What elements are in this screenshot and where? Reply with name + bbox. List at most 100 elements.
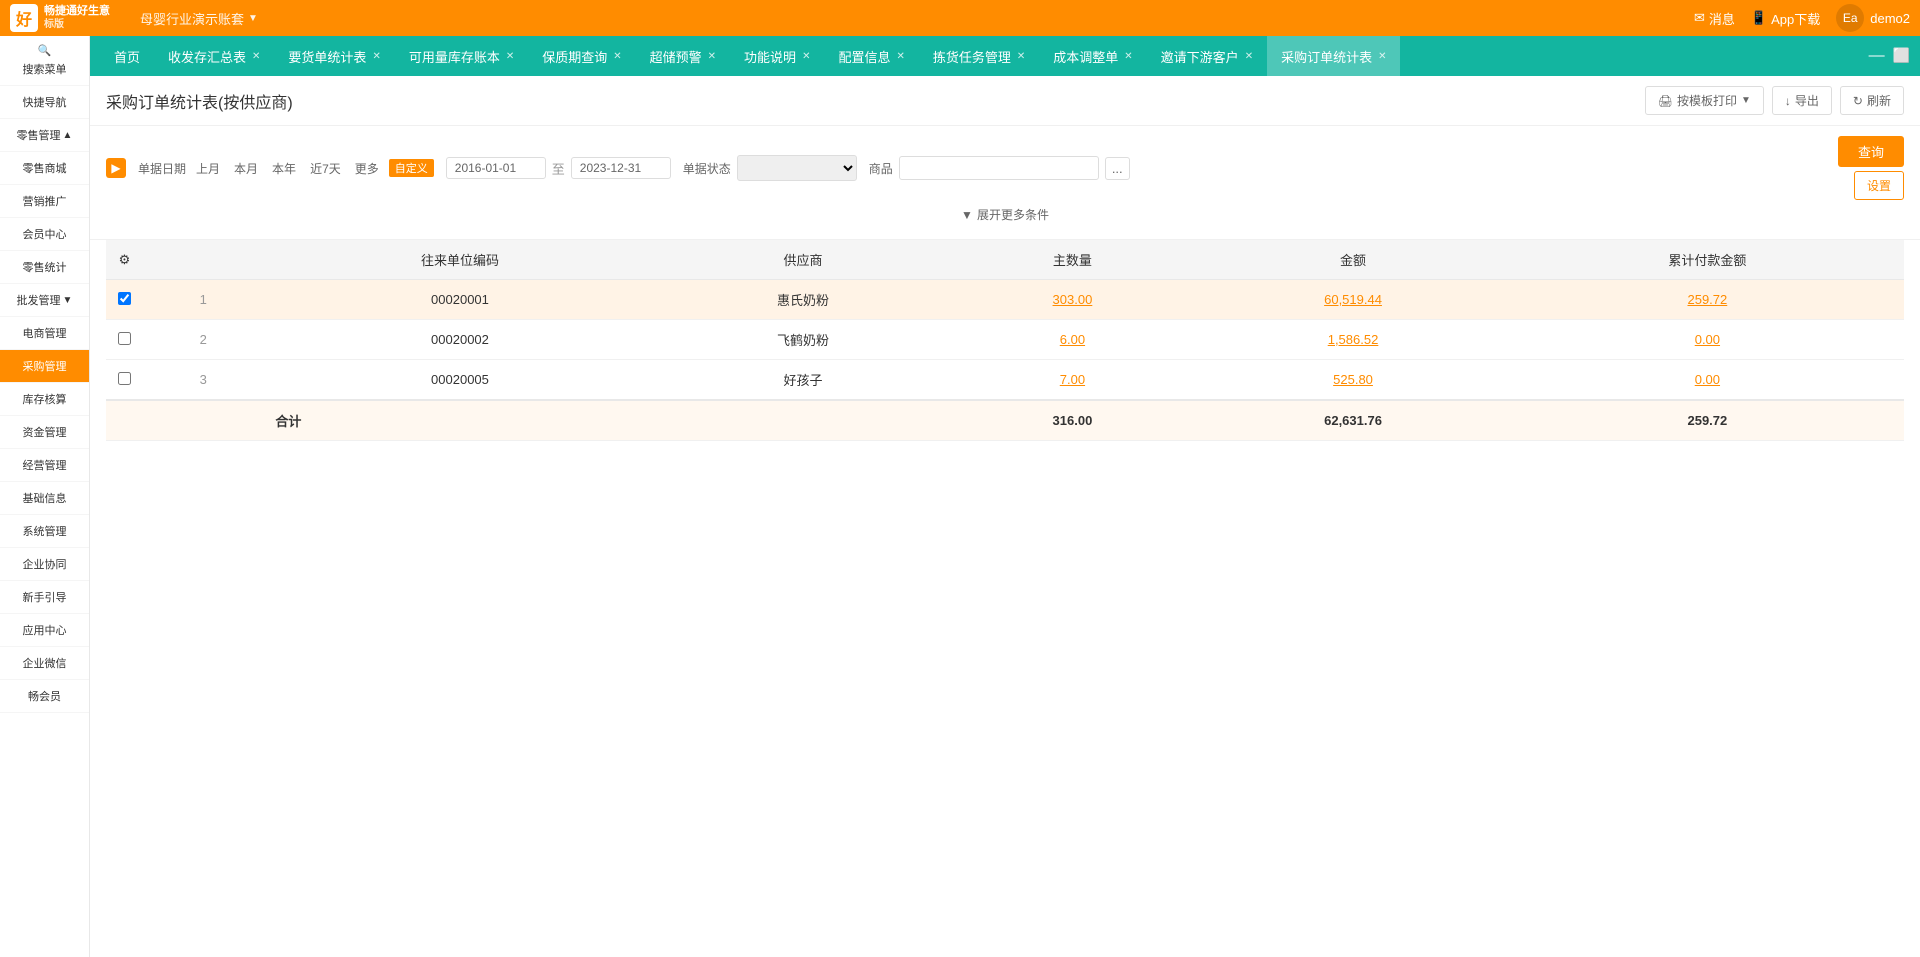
footer-amount: 62,631.76 xyxy=(1195,400,1510,441)
sidebar-item-operations[interactable]: 经营管理 xyxy=(0,449,89,482)
nav-inventory-ledger[interactable]: 可用量库存账本 ✕ xyxy=(395,36,528,76)
row-main-qty[interactable]: 6.00 xyxy=(950,320,1196,360)
shortcut-more[interactable]: 更多 xyxy=(351,158,383,179)
footer-spacer1 xyxy=(106,400,143,441)
nav-close-purchase-order-stats[interactable]: ✕ xyxy=(1378,51,1386,62)
sidebar-item-new-guide[interactable]: 新手引导 xyxy=(0,581,89,614)
nav-close-expiry-query[interactable]: ✕ xyxy=(613,51,621,62)
export-btn[interactable]: ↓ 导出 xyxy=(1772,86,1832,115)
row-supplier: 惠氏奶粉 xyxy=(657,280,950,320)
nav-invite-downstream[interactable]: 邀请下游客户 ✕ xyxy=(1147,36,1267,76)
nav-close-invite-downstream[interactable]: ✕ xyxy=(1245,51,1253,62)
nav-function-desc[interactable]: 功能说明 ✕ xyxy=(730,36,824,76)
goods-more-icon[interactable]: ... xyxy=(1105,157,1130,180)
row-amount[interactable]: 1,586.52 xyxy=(1195,320,1510,360)
sidebar-item-enterprise-collab[interactable]: 企业协同 xyxy=(0,548,89,581)
sidebar-item-retail-mgmt[interactable]: 零售管理 ▲ xyxy=(0,119,89,152)
row-checkbox[interactable] xyxy=(106,320,143,360)
sidebar-item-retail-shop[interactable]: 零售商城 xyxy=(0,152,89,185)
shortcut-last-month[interactable]: 上月 xyxy=(192,158,224,179)
table-row[interactable]: 3 00020005 好孩子 7.00 525.80 0.00 xyxy=(106,360,1904,401)
nav-close-receive-summary[interactable]: ✕ xyxy=(252,51,260,62)
app-download-btn[interactable]: 📱 App下载 xyxy=(1751,9,1820,28)
page-actions: 🖨 按模板打印 ▼ ↓ 导出 ↻ 刷新 xyxy=(1645,86,1904,115)
sidebar-item-system-mgmt[interactable]: 系统管理 xyxy=(0,515,89,548)
nav-cost-adjust[interactable]: 成本调整单 ✕ xyxy=(1039,36,1146,76)
sidebar-item-search[interactable]: 🔍 搜索菜单 xyxy=(0,36,89,86)
row-main-qty[interactable]: 7.00 xyxy=(950,360,1196,401)
table-row[interactable]: 2 00020002 飞鹤奶粉 6.00 1,586.52 0.00 xyxy=(106,320,1904,360)
row-checkbox[interactable] xyxy=(106,280,143,320)
minimize-icon[interactable]: — xyxy=(1869,47,1885,65)
row-paid-amount[interactable]: 0.00 xyxy=(1511,360,1904,401)
nav-home[interactable]: 首页 xyxy=(100,36,154,76)
logo-subtext: 标版 xyxy=(44,19,110,31)
sidebar-item-members[interactable]: 畅会员 xyxy=(0,680,89,713)
nav-expiry-query[interactable]: 保质期查询 ✕ xyxy=(528,36,635,76)
col-main-qty[interactable]: 主数量 xyxy=(950,240,1196,280)
nav-close-purchase-stats[interactable]: ✕ xyxy=(372,51,380,62)
nav-close-cost-adjust[interactable]: ✕ xyxy=(1124,51,1132,62)
nav-receive-summary[interactable]: 收发存汇总表 ✕ xyxy=(154,36,274,76)
col-amount[interactable]: 金额 xyxy=(1195,240,1510,280)
shortcut-this-month[interactable]: 本月 xyxy=(230,158,262,179)
nav-close-pick-task[interactable]: ✕ xyxy=(1017,51,1025,62)
shortcut-7days[interactable]: 近7天 xyxy=(306,158,345,179)
status-select[interactable] xyxy=(737,155,857,181)
col-settings[interactable]: ⚙ xyxy=(106,240,143,280)
row-checkbox[interactable] xyxy=(106,360,143,401)
sidebar-item-purchase-mgmt[interactable]: 采购管理 xyxy=(0,350,89,383)
sidebar-item-retail-stats[interactable]: 零售统计 xyxy=(0,251,89,284)
col-supplier[interactable]: 供应商 xyxy=(657,240,950,280)
sidebar-item-finance[interactable]: 资金管理 xyxy=(0,416,89,449)
message-btn[interactable]: ✉ 消息 xyxy=(1694,9,1735,28)
col-unit-code[interactable]: 往来单位编码 xyxy=(263,240,656,280)
nav-close-overstock-warning[interactable]: ✕ xyxy=(708,51,716,62)
nav-overstock-warning[interactable]: 超储预警 ✕ xyxy=(636,36,730,76)
sidebar-item-ecommerce[interactable]: 电商管理 xyxy=(0,317,89,350)
row-main-qty[interactable]: 303.00 xyxy=(950,280,1196,320)
date-from-input[interactable] xyxy=(446,157,546,179)
status-filter-item: 单据状态 xyxy=(683,155,857,181)
nav-config-info[interactable]: 配置信息 ✕ xyxy=(824,36,918,76)
nav-purchase-stats[interactable]: 要货单统计表 ✕ xyxy=(274,36,394,76)
sidebar-item-member-center[interactable]: 会员中心 xyxy=(0,218,89,251)
nav-purchase-order-stats[interactable]: 采购订单统计表 ✕ xyxy=(1267,36,1400,76)
sidebar-item-basic-info[interactable]: 基础信息 xyxy=(0,482,89,515)
toggle-filter-btn[interactable]: ▶ xyxy=(106,158,126,178)
sidebar-item-app-center[interactable]: 应用中心 xyxy=(0,614,89,647)
nav-pick-task[interactable]: 拣货任务管理 ✕ xyxy=(919,36,1039,76)
nav-close-inventory-ledger[interactable]: ✕ xyxy=(506,51,514,62)
date-to-input[interactable] xyxy=(571,157,671,179)
maximize-icon[interactable]: ⬜ xyxy=(1893,47,1910,65)
row-num: 1 xyxy=(143,280,263,320)
search-icon: 🔍 xyxy=(38,44,52,57)
workspace-selector[interactable]: 母婴行业演示账套 ▼ xyxy=(140,9,258,28)
row-paid-amount[interactable]: 259.72 xyxy=(1511,280,1904,320)
sidebar-item-wholesale-mgmt[interactable]: 批发管理 ▼ xyxy=(0,284,89,317)
shortcut-this-year[interactable]: 本年 xyxy=(268,158,300,179)
sidebar-item-enterprise-wechat[interactable]: 企业微信 xyxy=(0,647,89,680)
query-btn[interactable]: 查询 xyxy=(1838,136,1904,167)
row-amount[interactable]: 60,519.44 xyxy=(1195,280,1510,320)
sidebar-item-marketing[interactable]: 营销推广 xyxy=(0,185,89,218)
row-supplier: 好孩子 xyxy=(657,360,950,401)
print-btn[interactable]: 🖨 按模板打印 ▼ xyxy=(1645,86,1764,115)
nav-close-function-desc[interactable]: ✕ xyxy=(802,51,810,62)
row-amount[interactable]: 525.80 xyxy=(1195,360,1510,401)
workspace-dropdown-icon[interactable]: ▼ xyxy=(248,13,258,24)
nav-close-config-info[interactable]: ✕ xyxy=(896,51,904,62)
settings-btn[interactable]: 设置 xyxy=(1854,171,1904,200)
goods-filter-label: 商品 xyxy=(869,160,893,177)
table-row[interactable]: 1 00020001 惠氏奶粉 303.00 60,519.44 259.72 xyxy=(106,280,1904,320)
user-area[interactable]: Ea demo2 xyxy=(1836,4,1910,32)
refresh-btn[interactable]: ↻ 刷新 xyxy=(1840,86,1904,115)
col-paid-amount[interactable]: 累计付款金额 xyxy=(1511,240,1904,280)
goods-input[interactable] xyxy=(899,156,1099,180)
row-paid-amount[interactable]: 0.00 xyxy=(1511,320,1904,360)
sidebar-item-inventory[interactable]: 库存核算 xyxy=(0,383,89,416)
expand-more-btn[interactable]: ▼ 展开更多条件 xyxy=(106,200,1904,229)
print-icon: 🖨 xyxy=(1658,94,1673,108)
sidebar-item-quick-nav[interactable]: 快捷导航 xyxy=(0,86,89,119)
table-header-row: ⚙ 往来单位编码 供应商 主数量 xyxy=(106,240,1904,280)
